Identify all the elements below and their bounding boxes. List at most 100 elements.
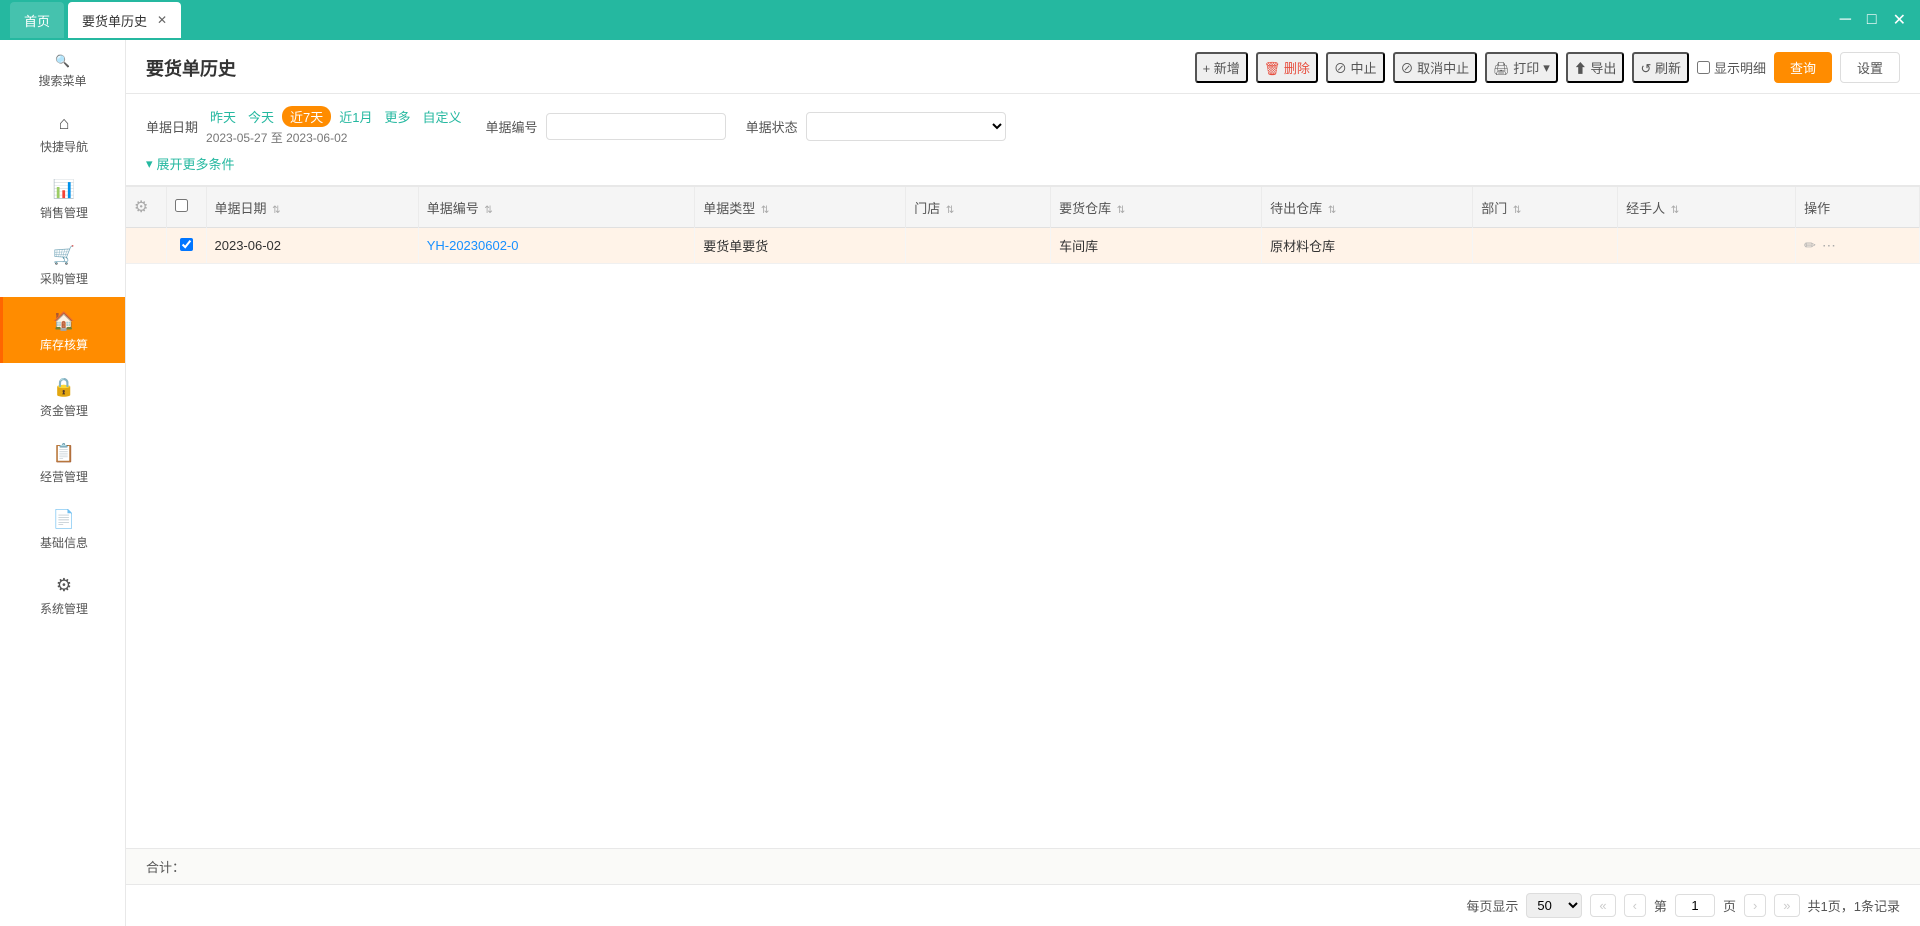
stop-label: ⊘ 中止 xyxy=(1334,58,1377,77)
lock-icon: 🔒 xyxy=(53,377,75,398)
select-all-checkbox[interactable] xyxy=(175,199,188,212)
chart-icon: 📊 xyxy=(53,179,75,200)
sidebar-item-quick-nav[interactable]: ⌂ 快捷导航 xyxy=(0,99,125,165)
settings-button[interactable]: 设置 xyxy=(1840,52,1900,83)
date-shortcut-yesterday[interactable]: 昨天 xyxy=(206,106,240,127)
doc-number-link[interactable]: YH-20230602-0 xyxy=(427,238,519,253)
export-button[interactable]: ⬆ 导出 xyxy=(1566,52,1625,83)
tab-requisition-label: 要货单历史 xyxy=(82,11,147,30)
row-checkbox[interactable] xyxy=(180,238,193,251)
export-label: ⬆ 导出 xyxy=(1574,58,1617,77)
minimize-icon[interactable]: ─ xyxy=(1836,7,1855,33)
new-button[interactable]: + 新增 xyxy=(1195,52,1248,83)
th-store[interactable]: 门店 ⇅ xyxy=(906,187,1051,228)
refresh-button[interactable]: ↺ 刷新 xyxy=(1632,52,1689,83)
table-row[interactable]: 2023-06-02 YH-20230602-0 要货单要货 车间库 原材料仓库 xyxy=(126,228,1920,264)
sort-doc-number-icon[interactable]: ⇅ xyxy=(484,205,492,216)
sort-doc-date-icon[interactable]: ⇅ xyxy=(272,205,280,216)
print-label: 🖨 打印 xyxy=(1493,58,1539,77)
th-handler[interactable]: 经手人 ⇅ xyxy=(1618,187,1796,228)
sidebar-item-label: 资金管理 xyxy=(40,402,88,419)
query-label: 查询 xyxy=(1790,61,1816,76)
sidebar-item-finance[interactable]: 🔒 资金管理 xyxy=(0,363,125,429)
th-req-warehouse[interactable]: 要货仓库 ⇅ xyxy=(1051,187,1262,228)
status-select[interactable] xyxy=(806,112,1006,141)
sort-store-icon[interactable]: ⇅ xyxy=(946,205,954,216)
sidebar-item-label: 系统管理 xyxy=(40,600,88,617)
delete-button[interactable]: 🗑 删除 xyxy=(1256,52,1318,83)
th-pending-warehouse[interactable]: 待出仓库 ⇅ xyxy=(1262,187,1473,228)
sidebar-item-label: 销售管理 xyxy=(40,204,88,221)
th-doc-number[interactable]: 单据编号 ⇅ xyxy=(418,187,695,228)
sidebar-item-label: 快捷导航 xyxy=(40,138,88,155)
date-shortcut-1month[interactable]: 近1月 xyxy=(335,106,376,127)
sidebar-item-sales[interactable]: 📊 销售管理 xyxy=(0,165,125,231)
sort-doc-type-icon[interactable]: ⇅ xyxy=(761,205,769,216)
clipboard-icon: 📋 xyxy=(53,443,75,464)
sort-handler-icon[interactable]: ⇅ xyxy=(1671,205,1679,216)
date-group: 昨天 今天 近7天 近1月 更多 自定义 2023-05-27 至 2023-0… xyxy=(206,106,466,146)
tab-home[interactable]: 首页 xyxy=(10,2,64,38)
last-page-btn[interactable]: » xyxy=(1774,894,1799,917)
next-page-btn[interactable]: › xyxy=(1744,894,1766,917)
td-checkbox xyxy=(166,228,206,264)
doc-number-input[interactable] xyxy=(546,113,726,140)
column-settings-icon[interactable]: ⚙ xyxy=(134,199,148,216)
cancel-stop-button[interactable]: ⊘ 取消中止 xyxy=(1393,52,1478,83)
page-title-row: 要货单历史 + 新增 🗑 删除 ⊘ 中止 ⊘ 取消中止 🖨 xyxy=(146,52,1900,83)
td-doc-date: 2023-06-02 xyxy=(206,228,418,264)
th-department[interactable]: 部门 ⇅ xyxy=(1473,187,1618,228)
pagination: 每页显示 50 10 20 100 « ‹ 第 页 › » 共1页，1条记录 xyxy=(126,884,1920,926)
th-pending-warehouse-label: 待出仓库 xyxy=(1270,201,1322,216)
th-checkbox xyxy=(166,187,206,228)
date-shortcut-more[interactable]: 更多 xyxy=(381,106,415,127)
more-icon[interactable]: ⋯ xyxy=(1822,237,1836,254)
page-number-input[interactable] xyxy=(1675,894,1715,917)
edit-icon[interactable]: ✏ xyxy=(1804,237,1816,254)
date-shortcut-7days[interactable]: 近7天 xyxy=(282,106,331,127)
query-button[interactable]: 查询 xyxy=(1774,52,1832,83)
sort-pending-warehouse-icon[interactable]: ⇅ xyxy=(1328,205,1336,216)
th-doc-type-label: 单据类型 xyxy=(703,201,755,216)
toolbar: + 新增 🗑 删除 ⊘ 中止 ⊘ 取消中止 🖨 打印 ▾ xyxy=(1195,52,1900,83)
print-button[interactable]: 🖨 打印 ▾ xyxy=(1485,52,1558,83)
td-store xyxy=(906,228,1051,264)
display-detail-toggle[interactable]: 显示明细 xyxy=(1697,58,1766,77)
sidebar-search[interactable]: 🔍 搜索菜单 xyxy=(0,40,125,99)
td-handler xyxy=(1618,228,1796,264)
tab-home-label: 首页 xyxy=(24,11,50,30)
th-doc-type[interactable]: 单据类型 ⇅ xyxy=(695,187,906,228)
stop-button[interactable]: ⊘ 中止 xyxy=(1326,52,1385,83)
close-icon[interactable]: ✕ xyxy=(1889,6,1910,34)
tab-requisition-history[interactable]: 要货单历史 ✕ xyxy=(68,2,181,38)
tab-close-icon[interactable]: ✕ xyxy=(157,13,167,27)
sidebar-item-label: 基础信息 xyxy=(40,534,88,551)
expand-more-btn[interactable]: ▾ 展开更多条件 xyxy=(146,154,1900,173)
page-input-prefix: 第 xyxy=(1654,896,1667,915)
sidebar-item-system[interactable]: ⚙ 系统管理 xyxy=(0,561,125,627)
sidebar-item-operations[interactable]: 📋 经营管理 xyxy=(0,429,125,495)
sidebar-item-inventory[interactable]: 🏠 库存核算 xyxy=(0,297,125,363)
sort-req-warehouse-icon[interactable]: ⇅ xyxy=(1117,205,1125,216)
sort-department-icon[interactable]: ⇅ xyxy=(1513,205,1521,216)
display-detail-checkbox[interactable] xyxy=(1697,61,1710,74)
th-doc-number-label: 单据编号 xyxy=(427,201,479,216)
prev-page-btn[interactable]: ‹ xyxy=(1624,894,1646,917)
td-department xyxy=(1473,228,1618,264)
row-actions: ✏ ⋯ xyxy=(1804,237,1911,254)
th-doc-date[interactable]: 单据日期 ⇅ xyxy=(206,187,418,228)
page-title: 要货单历史 xyxy=(146,55,236,81)
maximize-icon[interactable]: □ xyxy=(1863,7,1881,33)
first-page-btn[interactable]: « xyxy=(1590,894,1615,917)
sidebar-item-label: 采购管理 xyxy=(40,270,88,287)
sidebar-item-basic-info[interactable]: 📄 基础信息 xyxy=(0,495,125,561)
date-shortcut-custom[interactable]: 自定义 xyxy=(419,106,466,127)
window-controls: ─ □ ✕ xyxy=(1836,6,1910,34)
date-shortcut-today[interactable]: 今天 xyxy=(244,106,278,127)
page-size-select[interactable]: 50 10 20 100 xyxy=(1526,893,1582,918)
page-size-label: 每页显示 xyxy=(1466,896,1518,915)
th-doc-date-label: 单据日期 xyxy=(215,201,267,216)
sidebar-item-purchase[interactable]: 🛒 采购管理 xyxy=(0,231,125,297)
print-dropdown-icon[interactable]: ▾ xyxy=(1543,60,1550,76)
sidebar-item-label: 库存核算 xyxy=(40,336,88,353)
